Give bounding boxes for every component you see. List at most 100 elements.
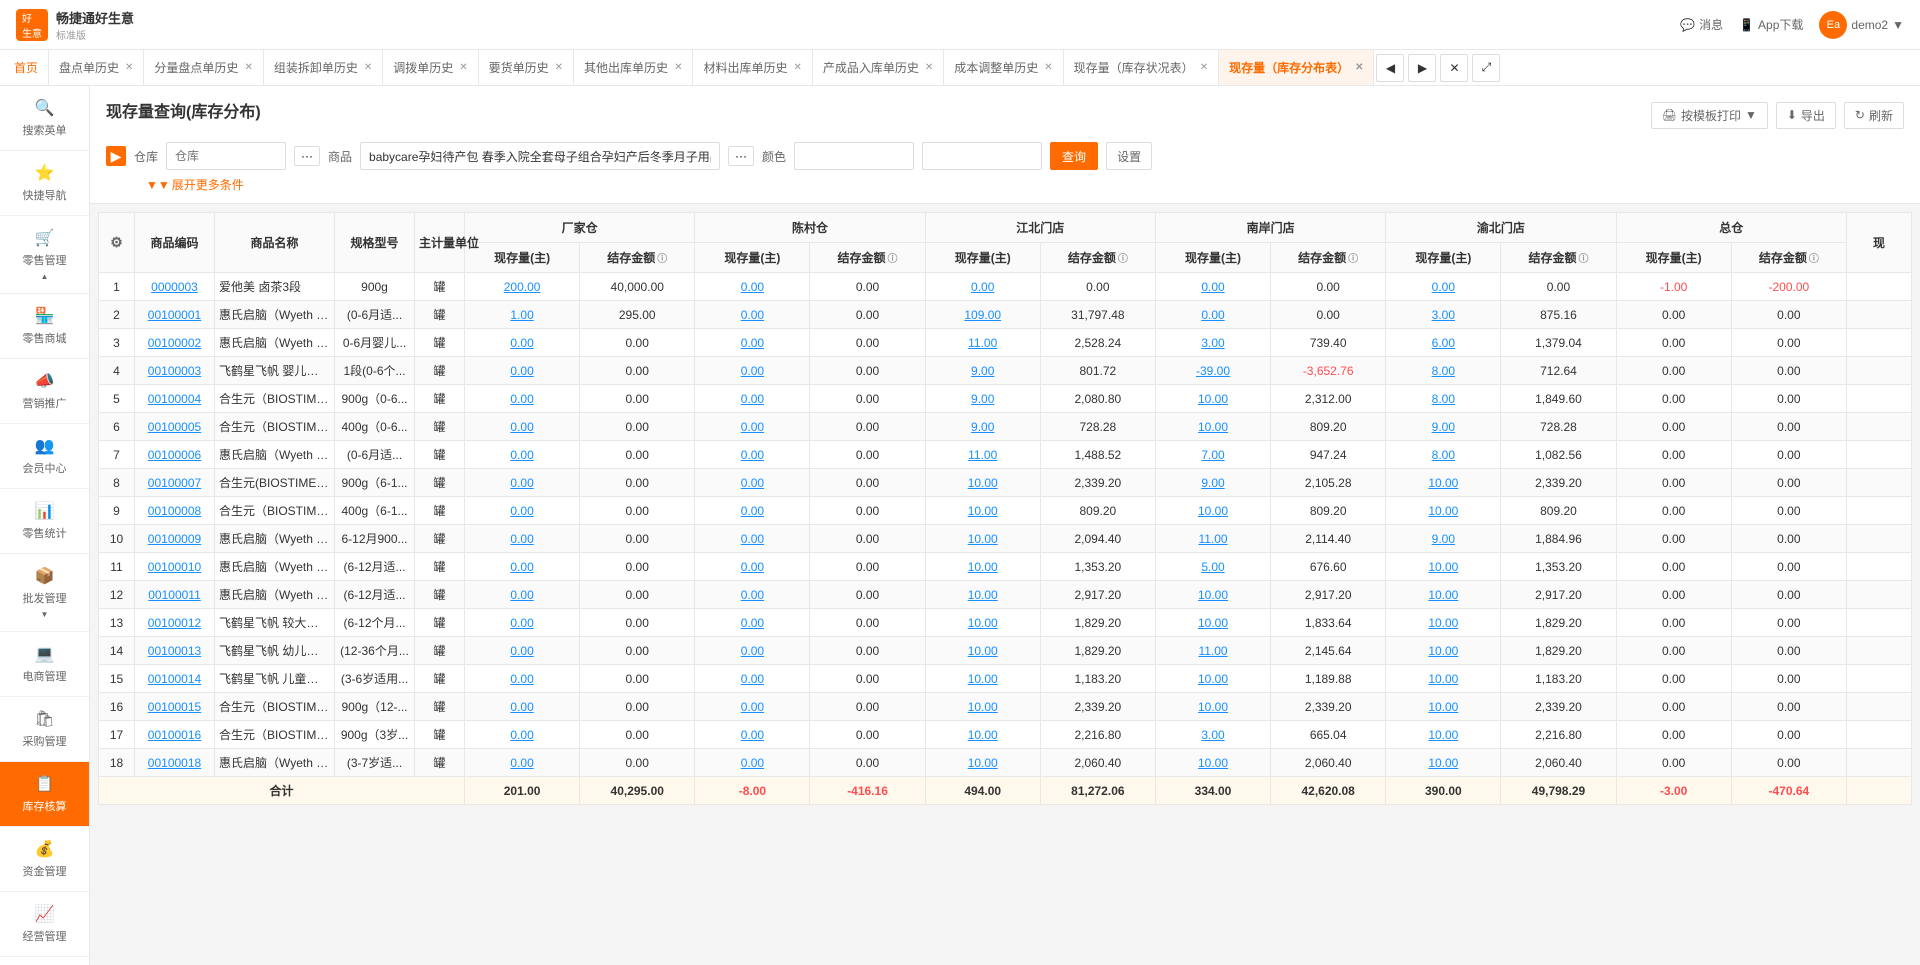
warehouse-ellipsis-btn[interactable]: ··· xyxy=(294,146,320,166)
tab-3-close[interactable]: ✕ xyxy=(364,62,372,73)
table-row: 2 00100001 惠氏启脑（Wyeth illu... (0-6月适... … xyxy=(99,301,1912,329)
chevron-down-icon: ▼ xyxy=(41,610,49,619)
tab-9-label: 成本调整单历史 xyxy=(954,59,1038,76)
cart-icon: 🛒 xyxy=(35,228,55,248)
sidebar-item-search[interactable]: 🔍 搜索英单 xyxy=(0,86,89,151)
print-btn[interactable]: 🖨 按模板打印 ▼ xyxy=(1651,102,1768,129)
table-row: 14 00100013 飞鹤星飞帆 幼儿配方奶... (12-36个月... 罐… xyxy=(99,637,1912,665)
sidebar-item-operations[interactable]: 📈 经营管理 xyxy=(0,892,89,957)
message-icon: 💬 xyxy=(1680,18,1695,32)
sidebar-item-retail-mgmt[interactable]: 🛒 零售管理 ▲ xyxy=(0,216,89,294)
tab-8[interactable]: 产成品入库单历史 ✕ xyxy=(813,50,944,86)
t-amt-info-icon[interactable]: ⓘ xyxy=(1809,254,1819,265)
sidebar-item-finance[interactable]: 💰 资金管理 xyxy=(0,827,89,892)
tab-5-close[interactable]: ✕ xyxy=(555,62,563,73)
sidebar-item-basic-info[interactable]: ℹ 基础信息 xyxy=(0,957,89,965)
color-input2[interactable] xyxy=(922,142,1042,170)
sidebar-item-purchase[interactable]: 🛍 采购管理 xyxy=(0,697,89,762)
summary-f-amt: 40,295.00 xyxy=(580,777,695,805)
sidebar-item-mall[interactable]: 🏪 零售商城 xyxy=(0,294,89,359)
tab-prev-btn[interactable]: ◀ xyxy=(1376,54,1404,82)
chart-icon: 📊 xyxy=(35,501,55,521)
tab-8-close[interactable]: ✕ xyxy=(925,62,933,73)
warehouse-label: 仓库 xyxy=(134,148,158,165)
tab-11-close[interactable]: ✕ xyxy=(1355,62,1363,73)
expand-conditions-area: ▼▼ 展开更多条件 xyxy=(106,176,1904,193)
app-download-btn[interactable]: 📱 App下载 xyxy=(1739,16,1803,33)
col-na-amt-header: 结存金额ⓘ xyxy=(1271,243,1386,273)
tab-10[interactable]: 现存量（库存状况表） ✕ xyxy=(1064,50,1219,86)
settings-btn[interactable]: 设置 xyxy=(1106,142,1152,170)
tab-9-close[interactable]: ✕ xyxy=(1044,62,1052,73)
color-input[interactable] xyxy=(794,142,914,170)
sidebar-item-nav[interactable]: ⭐ 快捷导航 xyxy=(0,151,89,216)
search-btn[interactable]: 查询 xyxy=(1050,142,1098,170)
chevron-up-icon: ▲ xyxy=(41,272,49,281)
sidebar-marketing-label: 营销推广 xyxy=(23,395,67,411)
col-nanan-header: 南岸门店 xyxy=(1155,213,1385,243)
cm-amt-info-icon[interactable]: ⓘ xyxy=(888,254,898,265)
sidebar-item-retail-stats[interactable]: 📊 零售统计 xyxy=(0,489,89,554)
tab-11[interactable]: 现存量（库存分布表） ✕ xyxy=(1219,50,1374,86)
message-btn[interactable]: 💬 消息 xyxy=(1680,16,1723,33)
sidebar-item-wholesale[interactable]: 📦 批发管理 ▼ xyxy=(0,554,89,632)
col-total-header: 总仓 xyxy=(1616,213,1846,243)
sidebar-item-inventory[interactable]: 📋 库存核算 xyxy=(0,762,89,827)
tab-4[interactable]: 调拨单历史 ✕ xyxy=(383,50,478,86)
na-amt-info-icon[interactable]: ⓘ xyxy=(1348,254,1358,265)
tab-1-close[interactable]: ✕ xyxy=(125,62,133,73)
table-row: 6 00100005 合生元（BIOSTIME）... 400g（0-6... … xyxy=(99,413,1912,441)
tab-2-close[interactable]: ✕ xyxy=(244,62,252,73)
tab-3[interactable]: 组装拆卸单历史 ✕ xyxy=(264,50,383,86)
sidebar-member-label: 会员中心 xyxy=(23,460,67,476)
sidebar-retail-stats-label: 零售统计 xyxy=(23,525,67,541)
expand-conditions-btn[interactable]: ▼▼ 展开更多条件 xyxy=(146,176,1904,193)
tab-4-close[interactable]: ✕ xyxy=(459,62,467,73)
yb-amt-info-icon[interactable]: ⓘ xyxy=(1578,254,1588,265)
sidebar-retail-label: 零售管理 xyxy=(23,252,67,268)
tab-next-btn[interactable]: ▶ xyxy=(1408,54,1436,82)
page-header: 现存量查询(库存分布) 🖨 按模板打印 ▼ ⬇ 导出 ↻ 刷新 xyxy=(90,86,1920,132)
filter-area: ▶ 仓库 ··· 商品 ··· 颜色 查询 设置 ▼▼ 展开更多条件 xyxy=(90,132,1920,204)
goods-input[interactable] xyxy=(360,142,720,170)
jb-amt-info-icon[interactable]: ⓘ xyxy=(1118,254,1128,265)
col-jiangbei-header: 江北门店 xyxy=(925,213,1155,243)
col-settings-icon[interactable]: ⚙ xyxy=(110,234,123,250)
tab-home[interactable]: 首页 xyxy=(4,50,49,86)
factory-amt-info-icon[interactable]: ⓘ xyxy=(657,254,667,265)
goods-ellipsis-btn[interactable]: ··· xyxy=(728,146,754,166)
col-yb-qty-header: 现存量(主) xyxy=(1386,243,1501,273)
sidebar-wholesale-label: 批发管理 xyxy=(23,590,67,606)
summary-yb-amt: 49,798.29 xyxy=(1501,777,1616,805)
table-row: 3 00100002 惠氏启脑（Wyeth illu... 0-6月婴儿... … xyxy=(99,329,1912,357)
tab-7[interactable]: 材料出库单历史 ✕ xyxy=(693,50,812,86)
tab-home-label: 首页 xyxy=(14,59,38,76)
tab-2[interactable]: 分量盘点单历史 ✕ xyxy=(144,50,263,86)
sidebar-operations-label: 经营管理 xyxy=(23,928,67,944)
tab-5[interactable]: 要货单历史 ✕ xyxy=(479,50,574,86)
tab-7-label: 材料出库单历史 xyxy=(703,59,787,76)
sidebar-item-ecommerce[interactable]: 💻 电商管理 xyxy=(0,632,89,697)
tab-6-close[interactable]: ✕ xyxy=(674,62,682,73)
sidebar-item-member[interactable]: 👥 会员中心 xyxy=(0,424,89,489)
user-menu[interactable]: Ea demo2 ▼ xyxy=(1819,11,1904,39)
sidebar-item-marketing[interactable]: 📣 营销推广 xyxy=(0,359,89,424)
sidebar-search-label: 搜索英单 xyxy=(23,122,67,138)
col-unit-header: 主计量单位 xyxy=(415,213,465,273)
tab-10-close[interactable]: ✕ xyxy=(1200,62,1208,73)
money-icon: 💰 xyxy=(35,839,55,859)
export-btn[interactable]: ⬇ 导出 xyxy=(1776,102,1836,129)
shopping-icon: 🛍 xyxy=(34,709,54,729)
refresh-btn[interactable]: ↻ 刷新 xyxy=(1844,102,1904,129)
tab-expand-btn[interactable]: ⤢ xyxy=(1472,54,1500,82)
tab-1[interactable]: 盘点单历史 ✕ xyxy=(49,50,144,86)
expand-toggle-btn[interactable]: ▶ xyxy=(106,146,126,166)
clipboard-icon: 📋 xyxy=(35,774,55,794)
tab-6[interactable]: 其他出库单历史 ✕ xyxy=(574,50,693,86)
tab-5-label: 要货单历史 xyxy=(489,59,549,76)
tab-9[interactable]: 成本调整单历史 ✕ xyxy=(944,50,1063,86)
tab-bar: 首页 盘点单历史 ✕ 分量盘点单历史 ✕ 组装拆卸单历史 ✕ 调拨单历史 ✕ 要… xyxy=(0,50,1920,86)
tab-close-all-btn[interactable]: ✕ xyxy=(1440,54,1468,82)
tab-7-close[interactable]: ✕ xyxy=(793,62,801,73)
warehouse-input[interactable] xyxy=(166,142,286,170)
